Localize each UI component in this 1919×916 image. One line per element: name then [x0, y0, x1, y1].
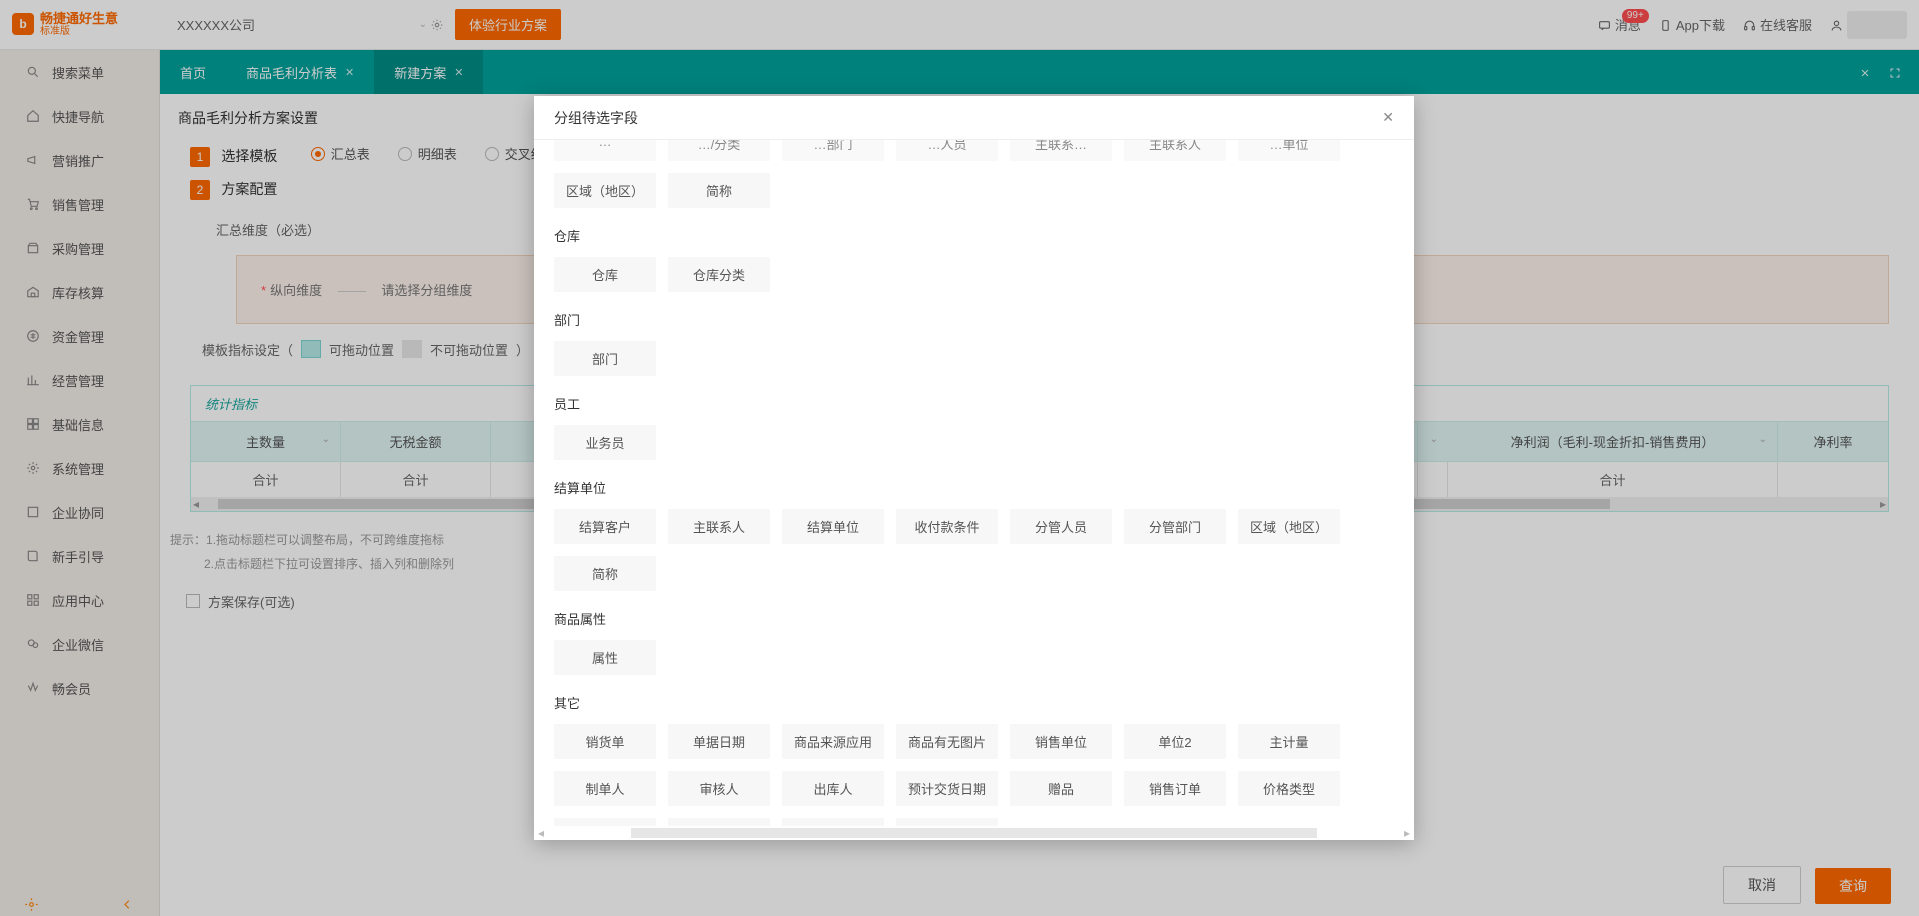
field-chip[interactable]: 商品有无图片 — [896, 724, 998, 759]
field-chip[interactable]: 部门 — [554, 341, 656, 376]
field-chip[interactable]: 单据日期 — [668, 724, 770, 759]
field-chip[interactable]: 属性 — [554, 640, 656, 675]
field-chip[interactable]: 分管人员 — [1010, 509, 1112, 544]
field-chip[interactable]: 销货单 — [554, 724, 656, 759]
field-chip[interactable]: 简称 — [668, 173, 770, 208]
field-chip[interactable]: 分管部门 — [1124, 509, 1226, 544]
chip-row: 业务员 — [554, 425, 1398, 460]
field-chip[interactable]: 价格类型 — [1238, 771, 1340, 806]
field-chip[interactable]: 单位2 — [1124, 724, 1226, 759]
field-chip[interactable]: … — [554, 140, 656, 161]
scroll-left-icon[interactable]: ◂ — [534, 826, 548, 840]
field-group-title: 其它 — [554, 693, 1398, 712]
chip-row: 销货单单据日期商品来源应用商品有无图片销售单位单位2 主计量制单人审核人出库人预计… — [554, 724, 1398, 826]
field-chip[interactable]: 来源应用 — [554, 818, 656, 826]
field-chip[interactable]: 主联系… — [1010, 140, 1112, 161]
field-chip[interactable]: 预计交货日期 — [896, 771, 998, 806]
field-chip[interactable]: 销售订单 — [1124, 771, 1226, 806]
field-chip[interactable]: 项目分类 — [782, 818, 884, 826]
chip-row: 结算客户主联系人结算单位收付款条件分管人员分管部门区域（地区） 简称 — [554, 509, 1398, 591]
field-group-title: 结算单位 — [554, 478, 1398, 497]
field-group-title: 仓库 — [554, 226, 1398, 245]
field-chip[interactable]: 出库人 — [782, 771, 884, 806]
field-chip[interactable]: 业务员 — [554, 425, 656, 460]
field-chip[interactable]: …/分类 — [668, 140, 770, 161]
scrollbar-thumb[interactable] — [631, 828, 1317, 838]
field-picker-modal: 分组待选字段 ✕ … …/分类 …部门 …人员 主联系… 主联系人 …单位 区域… — [534, 96, 1414, 840]
field-chip[interactable]: 结算单位 — [782, 509, 884, 544]
field-chip[interactable]: 项目 — [668, 818, 770, 826]
field-chip[interactable]: 赠品 — [1010, 771, 1112, 806]
field-chip[interactable]: 主联系人 — [668, 509, 770, 544]
field-chip[interactable]: 主计量 — [1238, 724, 1340, 759]
field-chip[interactable]: 仓库 — [554, 257, 656, 292]
field-chip[interactable]: 审核人 — [668, 771, 770, 806]
field-group-title: 部门 — [554, 310, 1398, 329]
scroll-right-icon[interactable]: ▸ — [1400, 826, 1414, 840]
field-chip[interactable]: …人员 — [896, 140, 998, 161]
field-chip[interactable]: 批号 — [896, 818, 998, 826]
field-group-title: 商品属性 — [554, 609, 1398, 628]
modal-body[interactable]: … …/分类 …部门 …人员 主联系… 主联系人 …单位 区域（地区） 简称 仓… — [534, 140, 1414, 826]
field-chip[interactable]: 仓库分类 — [668, 257, 770, 292]
field-chip[interactable]: 区域（地区） — [1238, 509, 1340, 544]
field-group-title: 员工 — [554, 394, 1398, 413]
chip-row: 属性 — [554, 640, 1398, 675]
modal-hscroll[interactable]: ◂ ▸ — [534, 826, 1414, 840]
chip-row-partial: … …/分类 …部门 …人员 主联系… 主联系人 …单位 — [554, 140, 1398, 161]
chip-row-partial2: 区域（地区） 简称 — [554, 173, 1398, 208]
chip-row: 仓库仓库分类 — [554, 257, 1398, 292]
field-chip[interactable]: …部门 — [782, 140, 884, 161]
modal-title: 分组待选字段 — [554, 108, 638, 128]
field-chip[interactable]: 收付款条件 — [896, 509, 998, 544]
field-chip[interactable]: 区域（地区） — [554, 173, 656, 208]
field-chip[interactable]: …单位 — [1238, 140, 1340, 161]
field-chip[interactable]: 主联系人 — [1124, 140, 1226, 161]
field-chip[interactable]: 制单人 — [554, 771, 656, 806]
field-chip[interactable]: 销售单位 — [1010, 724, 1112, 759]
close-icon[interactable]: ✕ — [1382, 109, 1394, 126]
modal-header: 分组待选字段 ✕ — [534, 96, 1414, 140]
field-chip[interactable]: 简称 — [554, 556, 656, 591]
chip-row: 部门 — [554, 341, 1398, 376]
field-chip[interactable]: 结算客户 — [554, 509, 656, 544]
field-chip[interactable]: 商品来源应用 — [782, 724, 884, 759]
